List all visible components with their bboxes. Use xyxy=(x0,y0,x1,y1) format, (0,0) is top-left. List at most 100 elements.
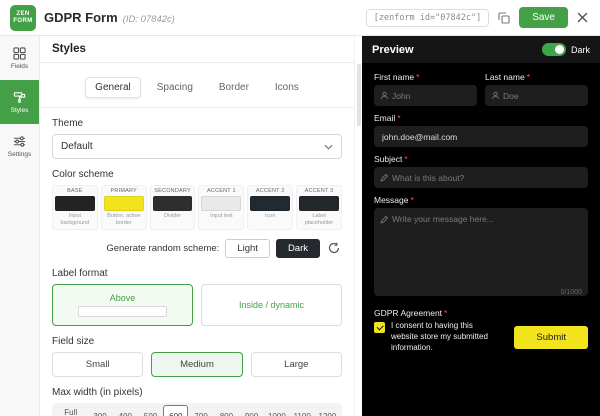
label-format-above-text: Above xyxy=(109,292,136,303)
pencil-icon xyxy=(380,215,389,224)
max-width-800[interactable]: 800 xyxy=(214,405,239,416)
message-input-wrap: 0/1000 xyxy=(374,208,588,301)
pencil-icon xyxy=(380,173,389,182)
max-width-900[interactable]: 900 xyxy=(239,405,264,416)
close-button[interactable] xyxy=(575,10,590,25)
sidebar-item-settings[interactable]: Settings xyxy=(0,124,39,168)
swatch-color-primary xyxy=(103,196,144,211)
last-name-input[interactable] xyxy=(485,85,588,106)
max-width-300[interactable]: 300 xyxy=(87,405,112,416)
field-size-medium[interactable]: Medium xyxy=(151,351,243,377)
sidebar-item-label: Fields xyxy=(10,62,29,70)
field-size-small[interactable]: Small xyxy=(52,351,144,377)
styles-panel-scrollbar xyxy=(354,36,362,416)
logo-text-bottom: FORM xyxy=(13,17,33,24)
settings-sliders-icon xyxy=(13,135,26,147)
swatch-accent2[interactable]: ACCENT 2 Icon xyxy=(247,185,294,230)
generate-scheme-row: Generate random scheme: Light Dark xyxy=(52,238,342,258)
copy-button[interactable] xyxy=(496,10,512,26)
top-bar: ZEN FORM GDPR Form (ID: 07842c) [zenform… xyxy=(0,0,600,36)
tab-border[interactable]: Border xyxy=(209,77,259,98)
close-icon xyxy=(577,12,588,23)
swatch-primary[interactable]: PRIMARY Button, active border xyxy=(100,185,147,230)
subject-input-wrap xyxy=(374,167,588,188)
swatch-accent3[interactable]: ACCENT 3 Label placeholder xyxy=(296,185,342,230)
sidebar-item-fields[interactable]: Fields xyxy=(0,36,39,80)
regenerate-button[interactable] xyxy=(326,240,342,256)
consent-checkbox[interactable] xyxy=(374,322,385,333)
generate-dark-button[interactable]: Dark xyxy=(275,238,320,258)
scrollbar-thumb[interactable] xyxy=(357,64,361,126)
max-width-400[interactable]: 400 xyxy=(113,405,138,416)
tab-general[interactable]: General xyxy=(85,77,141,98)
field-size-label: Field size xyxy=(52,335,95,347)
swatch-secondary[interactable]: SECONDARY Divider xyxy=(149,185,196,230)
paint-roller-icon xyxy=(13,91,26,103)
required-mark: * xyxy=(416,72,420,82)
dark-mode-label: Dark xyxy=(570,44,590,55)
last-name-field: Last name * xyxy=(485,72,588,106)
message-textarea[interactable] xyxy=(374,208,588,296)
copy-icon xyxy=(498,11,510,24)
mini-input-preview xyxy=(78,305,167,317)
required-mark: * xyxy=(404,154,408,164)
user-icon xyxy=(380,91,389,100)
max-width-500[interactable]: 500 xyxy=(138,405,163,416)
form-title: GDPR Form xyxy=(44,10,118,25)
required-mark: * xyxy=(397,113,401,123)
fields-grid-icon xyxy=(13,46,26,60)
swatch-color-secondary xyxy=(152,196,193,211)
styles-tabs: General Spacing Border Icons xyxy=(40,73,354,108)
max-width-1100[interactable]: 1100 xyxy=(290,405,315,416)
swatch-color-accent3 xyxy=(299,196,339,211)
swatch-accent1[interactable]: ACCENT 1 Input text xyxy=(198,185,245,230)
required-mark: * xyxy=(444,308,448,318)
max-width-1200[interactable]: 1200 xyxy=(315,405,340,416)
max-width-600[interactable]: 600 xyxy=(163,404,189,416)
theme-selected-value: Default xyxy=(61,141,93,152)
dark-mode-toggle[interactable] xyxy=(541,43,566,56)
zenform-logo[interactable]: ZEN FORM xyxy=(10,4,36,31)
refresh-icon xyxy=(328,243,340,254)
preview-header: Preview Dark xyxy=(362,36,600,63)
max-width-full[interactable]: Full width xyxy=(54,405,87,416)
preview-panel: Preview Dark First name * John Last name… xyxy=(362,36,600,416)
submit-button[interactable]: Submit xyxy=(514,325,588,349)
sidebar-item-label: Styles xyxy=(10,106,29,114)
subject-input[interactable] xyxy=(374,167,588,188)
label-format-label: Label format xyxy=(52,267,108,279)
swatch-color-accent2 xyxy=(250,196,291,211)
tab-icons[interactable]: Icons xyxy=(265,77,309,98)
field-size-large[interactable]: Large xyxy=(250,351,342,377)
generate-light-button[interactable]: Light xyxy=(225,238,270,258)
preview-form: First name* Last name* Em xyxy=(362,63,600,416)
required-mark: * xyxy=(526,72,531,82)
label-format-inside-text: Inside / dynamic xyxy=(238,299,305,310)
styles-panel-title: Styles xyxy=(40,36,354,63)
gdpr-label: GDPR Agreement * xyxy=(374,308,448,318)
theme-label: Theme xyxy=(52,118,84,129)
email-label: Email * xyxy=(374,113,401,123)
label-format-options: Above Inside / dynamic xyxy=(52,283,342,326)
name-row: First name* Last name* xyxy=(374,72,588,106)
theme-select[interactable]: Default xyxy=(52,134,342,159)
tab-spacing[interactable]: Spacing xyxy=(147,77,203,98)
max-width-700[interactable]: 700 xyxy=(188,405,213,416)
label-format-above-option[interactable]: Above xyxy=(52,283,193,326)
user-icon xyxy=(491,91,500,100)
label-format-inside-option[interactable]: Inside / dynamic xyxy=(201,283,342,326)
dark-mode-toggle-group[interactable]: Dark xyxy=(541,43,590,56)
shortcode-field[interactable]: [zenform id="07842c"] xyxy=(365,8,490,27)
preview-title: Preview xyxy=(372,43,414,56)
save-button[interactable]: Save xyxy=(519,7,568,28)
email-input[interactable] xyxy=(374,126,588,147)
sidebar-item-styles[interactable]: Styles xyxy=(0,80,39,124)
sidebar-nav: Fields Styles Settings xyxy=(0,36,40,416)
max-width-1000[interactable]: 1000 xyxy=(264,405,289,416)
sidebar-item-label: Settings xyxy=(7,150,32,158)
required-mark: * xyxy=(410,195,414,205)
styles-panel-content: General Spacing Border Icons Theme Defau… xyxy=(40,63,354,416)
first-name-input[interactable] xyxy=(374,85,477,106)
max-width-label: Max width (in pixels) xyxy=(52,386,143,398)
swatch-base[interactable]: BASE Input background xyxy=(52,185,98,230)
